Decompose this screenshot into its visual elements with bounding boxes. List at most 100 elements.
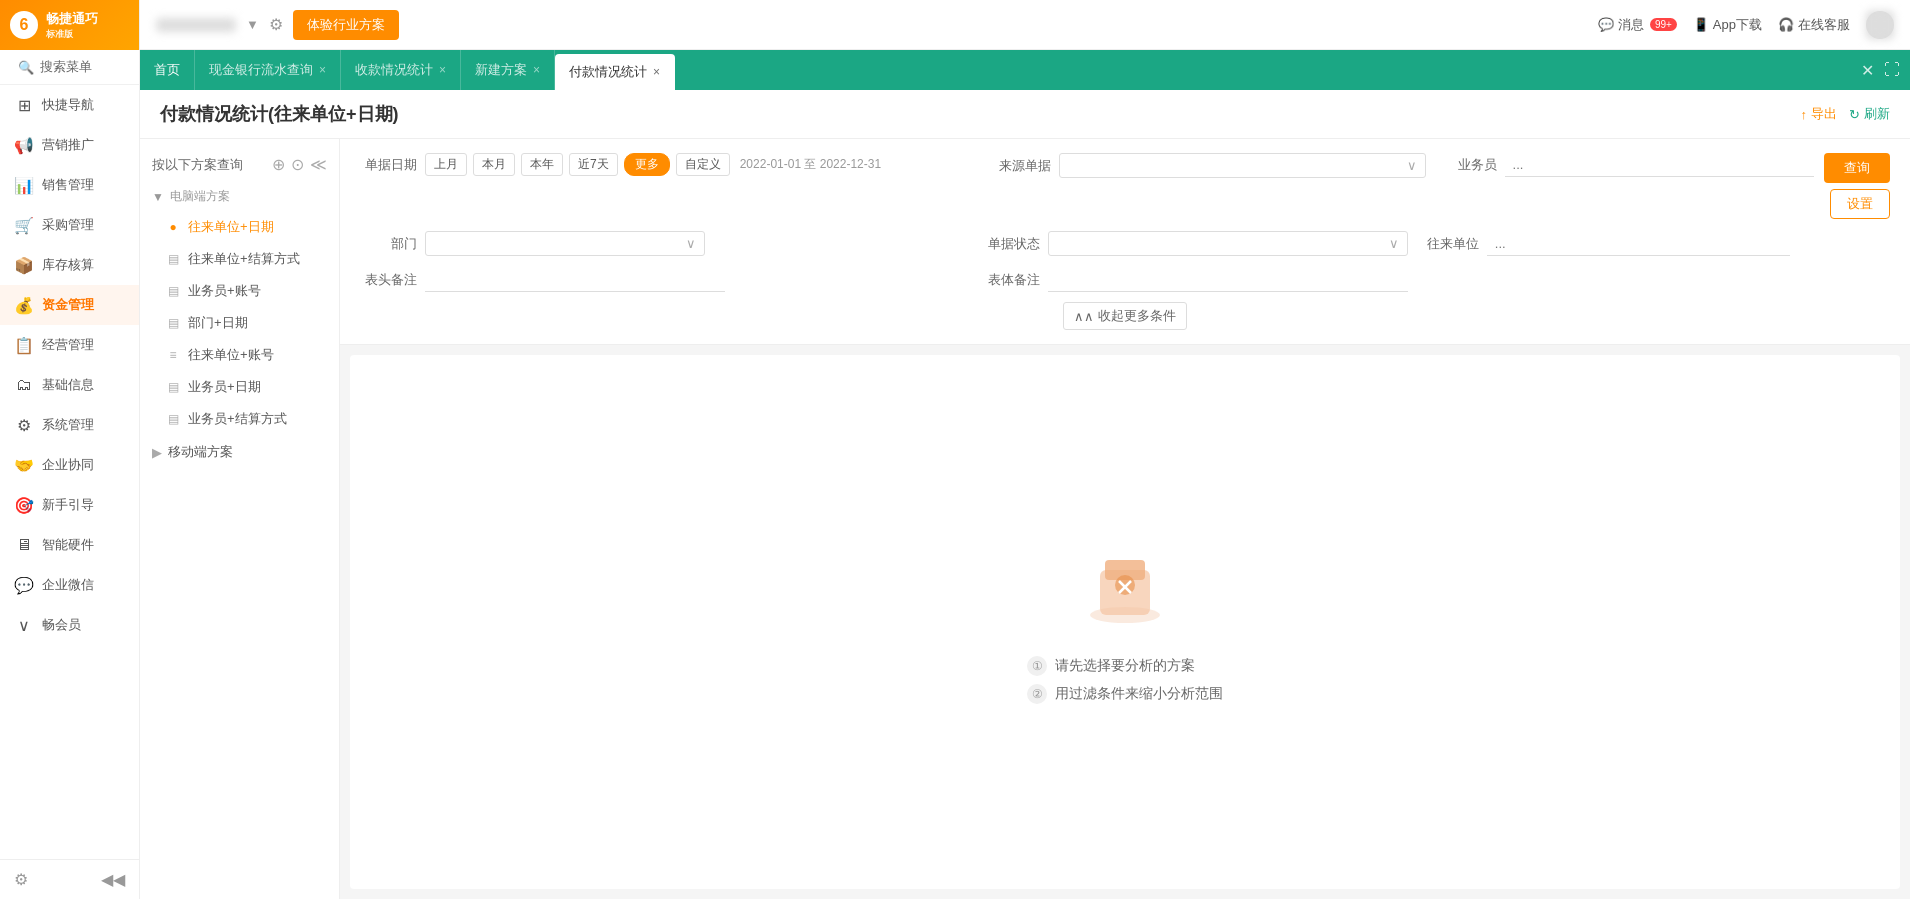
sidebar-label-quick-nav: 快捷导航 [42, 96, 94, 114]
logo-text: 畅捷通巧 标准版 [46, 10, 98, 41]
sidebar-item-marketing[interactable]: 📢 营销推广 [0, 125, 139, 165]
mobile-section-title[interactable]: ▶ 移动端方案 [140, 439, 339, 465]
source-select[interactable]: ∨ [1059, 153, 1426, 178]
tab-home[interactable]: 首页 [140, 50, 195, 90]
sidebar-item-corp[interactable]: 🤝 企业协同 [0, 445, 139, 485]
tab-cash-flow-close[interactable]: × [319, 63, 326, 77]
sidebar-item-system[interactable]: ⚙ 系统管理 [0, 405, 139, 445]
settings-btn[interactable]: 设置 [1830, 189, 1890, 219]
topbar-gear-icon[interactable]: ⚙ [269, 15, 283, 34]
plan-settings-icon[interactable]: ⊙ [291, 155, 304, 174]
tab-payments[interactable]: 付款情况统计 × [555, 54, 675, 90]
online-service-label: 在线客服 [1798, 16, 1850, 34]
date-btn-custom[interactable]: 自定义 [676, 153, 730, 176]
dept-select[interactable]: ∨ [425, 231, 705, 256]
online-service-btn[interactable]: 🎧 在线客服 [1778, 16, 1850, 34]
dept-label: 部门 [360, 235, 425, 253]
corp-icon: 🤝 [14, 455, 34, 475]
logo-icon: 6 [10, 11, 38, 39]
trial-btn[interactable]: 体验行业方案 [293, 10, 399, 40]
empty-tips: ① 请先选择要分析的方案 ② 用过滤条件来缩小分析范围 [1027, 656, 1223, 704]
desktop-section-title[interactable]: ▼ 电脑端方案 [140, 184, 339, 211]
sidebar-item-member[interactable]: ∨ 畅会员 [0, 605, 139, 645]
sidebar-item-base[interactable]: 🗂 基础信息 [0, 365, 139, 405]
sidebar-label-hardware: 智能硬件 [42, 536, 94, 554]
messages-btn[interactable]: 💬 消息 99+ [1598, 16, 1677, 34]
sidebar-item-sales[interactable]: 📊 销售管理 [0, 165, 139, 205]
plan-staff-settle[interactable]: ▤ 业务员+结算方式 [140, 403, 339, 435]
sidebar-nav: ⊞ 快捷导航 📢 营销推广 📊 销售管理 🛒 采购管理 📦 库存核算 💰 资金管… [0, 85, 139, 859]
date-btn-last-month[interactable]: 上月 [425, 153, 467, 176]
date-btn-last-7-days[interactable]: 近7天 [569, 153, 618, 176]
export-btn[interactable]: ↑ 导出 [1801, 105, 1838, 123]
left-panel-actions: ⊕ ⊙ ≪ [272, 155, 327, 174]
user-info [156, 18, 236, 32]
date-label: 单据日期 [360, 156, 425, 174]
hardware-icon: 🖥 [14, 535, 34, 555]
sidebar-item-inventory[interactable]: 📦 库存核算 [0, 245, 139, 285]
source-select-arrow: ∨ [1407, 158, 1417, 173]
partner-input[interactable] [1487, 232, 1790, 256]
plan-staff-date-label: 业务员+日期 [188, 378, 261, 396]
tab-new-plan[interactable]: 新建方案 × [461, 50, 555, 90]
voucher-status-arrow: ∨ [1389, 236, 1399, 251]
sidebar-header: 6 畅捷通巧 标准版 [0, 0, 139, 50]
sidebar-item-guide[interactable]: 🎯 新手引导 [0, 485, 139, 525]
messages-label: 消息 [1618, 16, 1644, 34]
tab-receipts-close[interactable]: × [439, 63, 446, 77]
tab-fullscreen-icon[interactable]: ⛶ [1884, 61, 1900, 79]
sidebar-label-guide: 新手引导 [42, 496, 94, 514]
date-btn-more[interactable]: 更多 [624, 153, 670, 176]
plan-unit-date[interactable]: ● 往来单位+日期 [140, 211, 339, 243]
tab-receipts[interactable]: 收款情况统计 × [341, 50, 461, 90]
page-header: 付款情况统计(往来单位+日期) ↑ 导出 ↻ 刷新 [140, 90, 1910, 139]
app-name: 畅捷通巧 [46, 10, 98, 28]
sidebar-item-quick-nav[interactable]: ⊞ 快捷导航 [0, 85, 139, 125]
refresh-btn[interactable]: ↻ 刷新 [1849, 105, 1890, 123]
search-menu[interactable]: 🔍 搜索菜单 [0, 50, 139, 85]
sidebar-item-wechat[interactable]: 💬 企业微信 [0, 565, 139, 605]
voucher-status-select[interactable]: ∨ [1048, 231, 1408, 256]
sidebar-label-system: 系统管理 [42, 416, 94, 434]
sidebar-item-hardware[interactable]: 🖥 智能硬件 [0, 525, 139, 565]
tab-cash-flow[interactable]: 现金银行流水查询 × [195, 50, 341, 90]
topbar-dropdown-icon[interactable]: ▼ [246, 17, 259, 32]
plan-unit-date-icon: ● [164, 218, 182, 236]
date-btn-this-month[interactable]: 本月 [473, 153, 515, 176]
base-icon: 🗂 [14, 375, 34, 395]
app-download-label: App下载 [1713, 16, 1762, 34]
filter-actions: 查询 设置 [1824, 153, 1890, 219]
settings-gear-icon[interactable]: ⚙ [14, 870, 28, 889]
tab-new-plan-close[interactable]: × [533, 63, 540, 77]
plan-dept-date[interactable]: ▤ 部门+日期 [140, 307, 339, 339]
right-panel: 单据日期 上月 本月 本年 近7天 更多 自定义 2022-01-01 至 20… [340, 139, 1910, 899]
export-label: 导出 [1811, 105, 1837, 123]
user-avatar[interactable] [1866, 11, 1894, 39]
tab-close-all-icon[interactable]: ✕ [1861, 61, 1874, 80]
plan-unit-account[interactable]: ≡ 往来单位+账号 [140, 339, 339, 371]
empty-tip-1: ① 请先选择要分析的方案 [1027, 656, 1223, 676]
collapse-conditions-btn[interactable]: ∧∧ 收起更多条件 [1063, 302, 1187, 330]
tab-payments-label: 付款情况统计 [569, 63, 647, 81]
salesperson-input[interactable] [1505, 153, 1814, 177]
note-body-input[interactable] [1048, 268, 1408, 292]
plan-unit-settle[interactable]: ▤ 往来单位+结算方式 [140, 243, 339, 275]
guide-icon: 🎯 [14, 495, 34, 515]
sidebar-item-purchase[interactable]: 🛒 采购管理 [0, 205, 139, 245]
tab-payments-close[interactable]: × [653, 65, 660, 79]
sidebar-item-operation[interactable]: 📋 经营管理 [0, 325, 139, 365]
query-btn[interactable]: 查询 [1824, 153, 1890, 183]
plan-staff-account[interactable]: ▤ 业务员+账号 [140, 275, 339, 307]
plan-unit-account-icon: ≡ [164, 346, 182, 364]
app-edition: 标准版 [46, 28, 98, 41]
sidebar-collapse-icon[interactable]: ◀◀ [101, 870, 125, 889]
date-btn-this-year[interactable]: 本年 [521, 153, 563, 176]
panel-collapse-icon[interactable]: ≪ [310, 155, 327, 174]
plan-staff-date[interactable]: ▤ 业务员+日期 [140, 371, 339, 403]
app-download-btn[interactable]: 📱 App下载 [1693, 16, 1762, 34]
page: 付款情况统计(往来单位+日期) ↑ 导出 ↻ 刷新 按以下方案查询 ⊕ [140, 90, 1910, 899]
note-header-input[interactable] [425, 268, 725, 292]
sidebar-label-corp: 企业协同 [42, 456, 94, 474]
sidebar-item-finance[interactable]: 💰 资金管理 [0, 285, 139, 325]
add-plan-icon[interactable]: ⊕ [272, 155, 285, 174]
